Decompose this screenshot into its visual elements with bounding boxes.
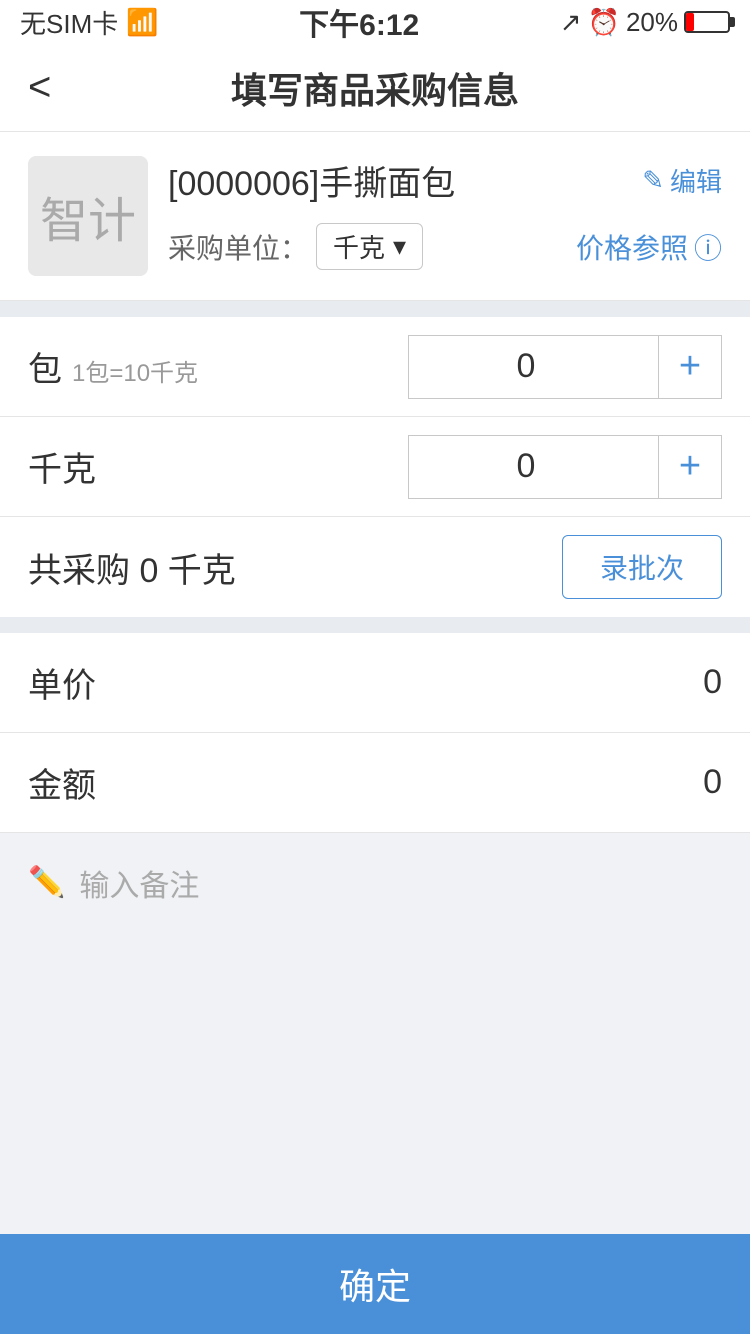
- unit-price-row: 单价 0: [0, 633, 750, 733]
- product-image: 智计: [28, 156, 148, 276]
- unit-select[interactable]: 千克 ▾: [316, 223, 423, 270]
- remark-placeholder[interactable]: 输入备注: [79, 861, 199, 905]
- amount-label: 金额: [28, 758, 96, 807]
- amount-value: 0: [703, 763, 722, 802]
- product-card: 智计 [0000006]手撕面包 ✎ 编辑 采购单位： 千克 ▾ 价格参照 ⓘ: [0, 132, 750, 301]
- bag-label-text: 包: [28, 342, 62, 391]
- remark-section: ✏️ 输入备注: [0, 833, 750, 1013]
- unit-value: 千克: [333, 228, 385, 265]
- info-icon: ⓘ: [694, 227, 722, 267]
- bag-input[interactable]: [408, 335, 658, 399]
- price-ref-label: 价格参照: [576, 227, 688, 267]
- kg-input-right: +: [408, 435, 722, 499]
- status-left: 无SIM卡 📶: [20, 4, 159, 41]
- status-bar: 无SIM卡 📶 下午6:12 ↗ ⏰ 20%: [0, 0, 750, 44]
- edit-icon: ✎: [642, 165, 664, 196]
- section-divider-1: [0, 301, 750, 317]
- product-unit-row: 采购单位： 千克 ▾ 价格参照 ⓘ: [168, 223, 722, 270]
- edit-button[interactable]: ✎ 编辑: [642, 162, 722, 199]
- bag-input-row: 包 1包=10千克 +: [0, 317, 750, 417]
- back-button[interactable]: <: [28, 65, 51, 110]
- summary-row: 共采购 0 千克 录批次: [0, 517, 750, 617]
- confirm-button[interactable]: 确定: [0, 1234, 750, 1334]
- status-right: ↗ ⏰ 20%: [560, 7, 730, 38]
- wifi-icon: 📶: [126, 7, 158, 38]
- price-section: 单价 0 金额 0: [0, 633, 750, 833]
- pencil-icon: ✏️: [28, 865, 65, 900]
- product-info: [0000006]手撕面包 ✎ 编辑 采购单位： 千克 ▾ 价格参照 ⓘ: [168, 156, 722, 270]
- kg-label: 千克: [28, 442, 96, 491]
- alarm-icon: ⏰: [588, 7, 620, 38]
- battery-icon: [684, 11, 730, 33]
- kg-label-text: 千克: [28, 442, 96, 491]
- kg-input-row: 千克 +: [0, 417, 750, 517]
- kg-input[interactable]: [408, 435, 658, 499]
- section-divider-2: [0, 617, 750, 633]
- page-title: 填写商品采购信息: [231, 62, 519, 114]
- unit-price-value: 0: [703, 663, 722, 702]
- edit-label: 编辑: [670, 162, 722, 199]
- product-name-row: [0000006]手撕面包 ✎ 编辑: [168, 156, 722, 205]
- amount-row: 金额 0: [0, 733, 750, 833]
- bag-input-right: +: [408, 335, 722, 399]
- summary-text: 共采购 0 千克: [28, 543, 236, 592]
- nav-bar: < 填写商品采购信息: [0, 44, 750, 132]
- unit-price-label: 单价: [28, 658, 96, 707]
- bag-label: 包 1包=10千克: [28, 342, 198, 391]
- battery-text: 20%: [626, 7, 678, 38]
- dropdown-icon: ▾: [393, 231, 406, 262]
- batch-button[interactable]: 录批次: [562, 535, 722, 599]
- bag-plus-button[interactable]: +: [658, 335, 722, 399]
- status-time: 下午6:12: [299, 0, 419, 44]
- kg-plus-button[interactable]: +: [658, 435, 722, 499]
- location-icon: ↗: [560, 7, 582, 38]
- unit-label: 采购单位：: [168, 227, 308, 267]
- price-ref-button[interactable]: 价格参照 ⓘ: [576, 227, 722, 267]
- input-section: 包 1包=10千克 + 千克 + 共采购 0 千克 录批次: [0, 317, 750, 617]
- product-name: [0000006]手撕面包: [168, 156, 455, 205]
- carrier-text: 无SIM卡: [20, 4, 118, 41]
- bag-sub-text: 1包=10千克: [72, 353, 198, 388]
- product-logo: 智计: [40, 181, 136, 251]
